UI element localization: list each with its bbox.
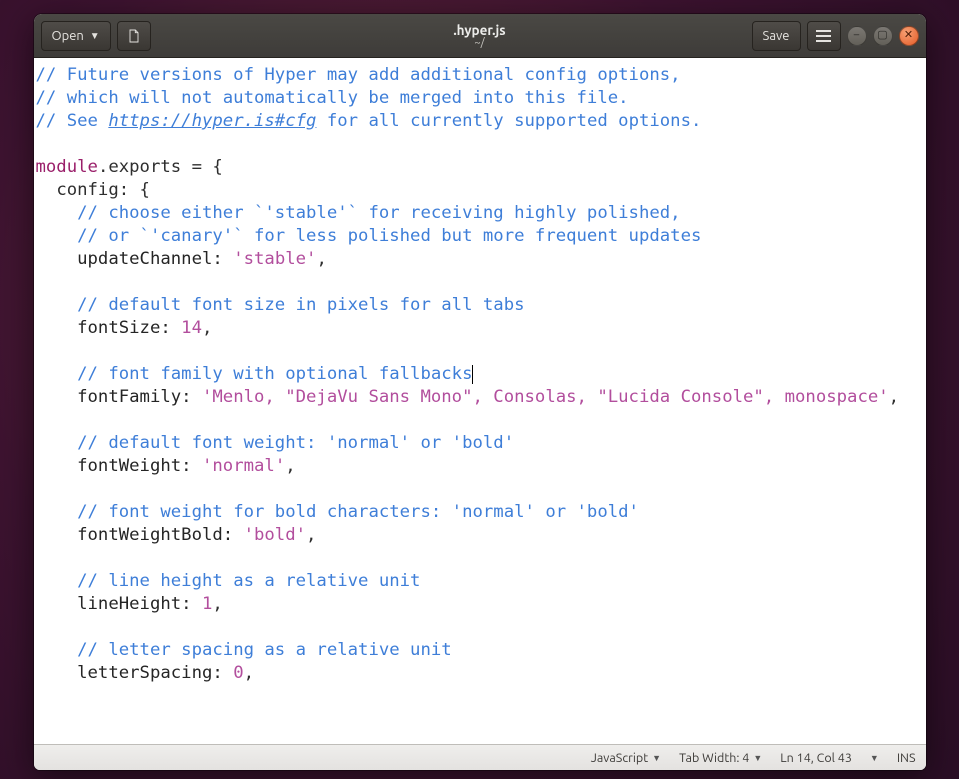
statusbar: JavaScript ▼ Tab Width: 4 ▼ Ln 14, Col 4… <box>34 744 926 770</box>
filename: .hyper.js <box>453 22 505 38</box>
language-selector[interactable]: JavaScript ▼ <box>591 751 661 765</box>
code-content: // Future versions of Hyper may add addi… <box>34 58 926 691</box>
insert-mode: INS <box>897 751 916 765</box>
minimize-button[interactable]: – <box>847 26 867 46</box>
open-label: Open <box>52 29 84 43</box>
titlebar: Open ▼ .hyper.js ~/ Save – ▢ ✕ <box>34 14 926 58</box>
titlebar-right: Save – ▢ ✕ <box>752 21 919 51</box>
editor-window: Open ▼ .hyper.js ~/ Save – ▢ ✕ // Future… <box>34 14 926 770</box>
open-button[interactable]: Open ▼ <box>41 21 111 51</box>
chevron-down-icon: ▼ <box>753 753 762 763</box>
new-document-button[interactable] <box>117 21 151 51</box>
filepath: ~/ <box>474 37 484 49</box>
language-label: JavaScript <box>591 751 648 765</box>
tab-width-label: Tab Width: 4 <box>679 751 749 765</box>
document-icon <box>126 28 142 44</box>
hamburger-menu-button[interactable] <box>807 21 841 51</box>
text-cursor <box>472 365 473 384</box>
code-editor[interactable]: // Future versions of Hyper may add addi… <box>34 58 926 744</box>
cursor-position: Ln 14, Col 43 <box>780 751 852 765</box>
tab-width-selector[interactable]: Tab Width: 4 ▼ <box>679 751 762 765</box>
chevron-down-icon: ▼ <box>870 753 879 763</box>
save-button[interactable]: Save <box>752 21 801 51</box>
chevron-down-icon: ▼ <box>90 30 100 42</box>
maximize-button[interactable]: ▢ <box>873 26 893 46</box>
close-button[interactable]: ✕ <box>899 26 919 46</box>
extra-menu[interactable]: ▼ <box>870 753 879 763</box>
chevron-down-icon: ▼ <box>652 753 661 763</box>
